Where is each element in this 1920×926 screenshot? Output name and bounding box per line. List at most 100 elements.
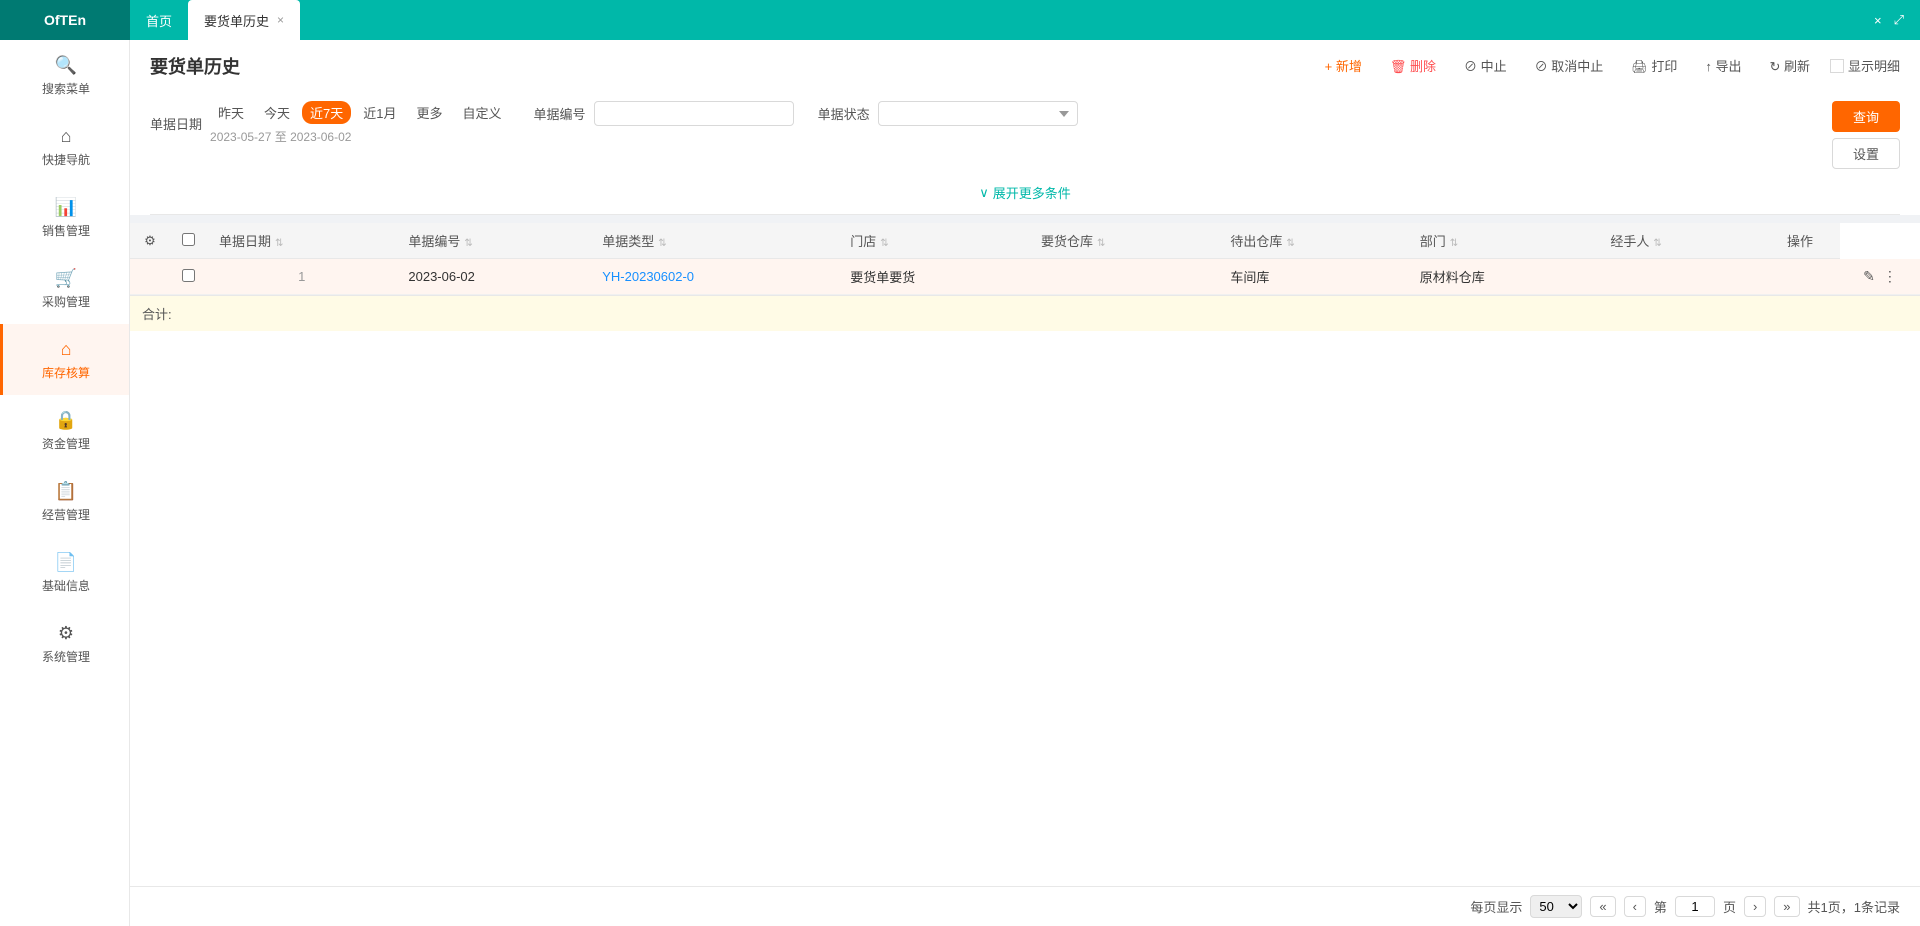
col-header-handler[interactable]: 经手人⇅ xyxy=(1598,223,1760,259)
sidebar-item-finance[interactable]: 🔒资金管理 xyxy=(0,395,129,466)
cell-req_warehouse: 车间库 xyxy=(1218,259,1407,295)
summary-label: 合计: xyxy=(142,304,172,323)
sort-icon-pending_warehouse[interactable]: ⇅ xyxy=(1286,238,1294,249)
sidebar-item-label-basics: 基础信息 xyxy=(42,577,90,594)
row-index: 1 xyxy=(207,259,396,295)
tab-history[interactable]: 要货单历史× xyxy=(188,0,300,40)
select-all-checkbox[interactable] xyxy=(182,233,195,246)
sort-icon-req_warehouse[interactable]: ⇅ xyxy=(1097,238,1105,249)
toolbar: + 新增 🗑 删除 ⊘ 中止 ⊘ 取消中止 🖨 打印 ↑ 导出 ↻ 刷新 显示明… xyxy=(1317,52,1900,79)
app-logo: OfTEn xyxy=(0,0,130,40)
sidebar-item-system[interactable]: ⚙ 系统管理 xyxy=(0,608,129,679)
search-icon: 🔍 xyxy=(55,54,77,76)
sidebar: 🔍 搜索菜单 ⌂快捷导航📊销售管理🛒采购管理 ⌂ 库存核算 🔒资金管理📋经营管理📄基础信息… xyxy=(0,40,130,926)
edit-icon[interactable]: ✎ xyxy=(1859,266,1879,286)
col-header-ops: 操作 xyxy=(1760,223,1840,259)
sort-icon-handler[interactable]: ⇅ xyxy=(1653,238,1661,249)
col-header-pending_warehouse[interactable]: 待出仓库⇅ xyxy=(1218,223,1407,259)
bill-no-link[interactable]: YH-20230602-0 xyxy=(602,269,694,284)
cell-bill_type: 要货单要货 xyxy=(838,259,1029,295)
display-detail-checkbox xyxy=(1830,59,1844,73)
sort-icon-store[interactable]: ⇅ xyxy=(880,238,888,249)
sidebar-item-operations[interactable]: 📋经营管理 xyxy=(0,466,129,537)
close-button[interactable]: × xyxy=(1874,13,1882,28)
cell-date: 2023-06-02 xyxy=(396,259,590,295)
filter-row: 单据日期 昨天今天近7天近1月更多自定义 2023-05-27 至 2023-0… xyxy=(150,91,1900,179)
pagination-bar: 每页显示 102050100 « ‹ 第 页 › » 共1页，1条记录 xyxy=(130,886,1920,926)
sort-icon-bill_no[interactable]: ⇅ xyxy=(464,238,472,249)
sidebar-item-inventory[interactable]: ⌂ 库存核算 xyxy=(0,324,129,395)
col-header-req_warehouse[interactable]: 要货仓库⇅ xyxy=(1029,223,1218,259)
date-option-近7天[interactable]: 近7天 xyxy=(302,101,351,124)
resize-button[interactable]: ⤢ xyxy=(1894,12,1904,28)
date-option-近1月[interactable]: 近1月 xyxy=(355,101,404,124)
date-option-自定义[interactable]: 自定义 xyxy=(455,101,510,124)
cell-pending_warehouse: 原材料仓库 xyxy=(1408,259,1599,295)
sales-icon: 📊 xyxy=(55,196,77,218)
sidebar-item-basics[interactable]: 📄基础信息 xyxy=(0,537,129,608)
page-number-input[interactable] xyxy=(1675,896,1715,917)
sidebar-item-purchase[interactable]: 🛒采购管理 xyxy=(0,253,129,324)
export-button[interactable]: ↑ 导出 xyxy=(1697,52,1749,79)
sidebar-item-label-finance: 资金管理 xyxy=(42,435,90,452)
per-page-select[interactable]: 102050100 xyxy=(1530,895,1582,918)
inventory-icon: ⌂ xyxy=(55,338,77,360)
row-checkbox[interactable] xyxy=(182,269,195,282)
cell-handler xyxy=(1760,259,1840,295)
sort-icon-date[interactable]: ⇅ xyxy=(275,238,283,249)
data-table: ⚙单据日期⇅单据编号⇅单据类型⇅门店⇅要货仓库⇅待出仓库⇅部门⇅经手人⇅操作 1… xyxy=(130,223,1920,295)
row-ops: ✎⋮ xyxy=(1840,259,1920,295)
sidebar-item-sales[interactable]: 📊销售管理 xyxy=(0,182,129,253)
table-summary: 合计: xyxy=(130,295,1920,331)
query-button[interactable]: 查询 xyxy=(1832,101,1900,132)
sort-icon-bill_type[interactable]: ⇅ xyxy=(658,238,666,249)
date-range-display: 2023-05-27 至 2023-06-02 xyxy=(210,128,510,145)
col-header-bill_no[interactable]: 单据编号⇅ xyxy=(396,223,590,259)
prev-page-button[interactable]: ‹ xyxy=(1624,896,1646,917)
system-icon: ⚙ xyxy=(55,622,77,644)
cell-bill_no: YH-20230602-0 xyxy=(590,259,838,295)
sidebar-item-label-search: 搜索菜单 xyxy=(42,80,90,97)
tab-home[interactable]: 首页 xyxy=(130,0,188,40)
col-header-department[interactable]: 部门⇅ xyxy=(1408,223,1599,259)
stop-button[interactable]: ⊘ 中止 xyxy=(1456,52,1515,79)
sidebar-item-search[interactable]: 🔍 搜索菜单 xyxy=(0,40,129,111)
page-title: 要货单历史 xyxy=(150,53,240,79)
expand-more-button[interactable]: ∨ 展开更多条件 xyxy=(979,179,1071,206)
expand-chevron-icon: ∨ xyxy=(979,185,989,201)
more-ops-icon[interactable]: ⋮ xyxy=(1879,266,1901,286)
refresh-button[interactable]: ↻ 刷新 xyxy=(1761,52,1818,79)
date-filter-group: 单据日期 昨天今天近7天近1月更多自定义 2023-05-27 至 2023-0… xyxy=(150,101,510,145)
print-button[interactable]: 🖨 打印 xyxy=(1623,52,1685,79)
filter-actions: 查询 设置 xyxy=(1832,101,1900,169)
display-detail-toggle[interactable]: 显示明细 xyxy=(1830,56,1900,75)
cancel-stop-button[interactable]: ⊘ 取消中止 xyxy=(1527,52,1612,79)
col-header-date[interactable]: 单据日期⇅ xyxy=(207,223,396,259)
next-page-button[interactable]: › xyxy=(1744,896,1766,917)
delete-button[interactable]: 🗑 删除 xyxy=(1382,52,1444,79)
first-page-button[interactable]: « xyxy=(1590,896,1615,917)
sidebar-item-label-system: 系统管理 xyxy=(42,648,90,665)
data-table-container: ⚙单据日期⇅单据编号⇅单据类型⇅门店⇅要货仓库⇅待出仓库⇅部门⇅经手人⇅操作 1… xyxy=(130,223,1920,886)
status-select[interactable] xyxy=(878,101,1078,126)
last-page-button[interactable]: » xyxy=(1774,896,1799,917)
col-header-checkbox xyxy=(170,223,207,259)
date-option-今天[interactable]: 今天 xyxy=(256,101,298,124)
date-option-更多[interactable]: 更多 xyxy=(409,101,451,124)
tab-close-icon[interactable]: × xyxy=(277,13,284,27)
bill-no-input[interactable] xyxy=(594,101,794,126)
col-header-bill_type[interactable]: 单据类型⇅ xyxy=(590,223,838,259)
date-options-col: 昨天今天近7天近1月更多自定义 2023-05-27 至 2023-06-02 xyxy=(210,101,510,145)
col-header-store[interactable]: 门店⇅ xyxy=(838,223,1029,259)
cell-department xyxy=(1598,259,1760,295)
new-button[interactable]: + 新增 xyxy=(1317,52,1370,79)
bill-no-filter-group: 单据编号 xyxy=(534,101,794,126)
page-header: 要货单历史 + 新增 🗑 删除 ⊘ 中止 ⊘ 取消中止 🖨 打印 ↑ 导出 ↻ … xyxy=(130,40,1920,215)
sidebar-item-quick-nav[interactable]: ⌂快捷导航 xyxy=(0,111,129,182)
sort-icon-department[interactable]: ⇅ xyxy=(1450,238,1458,249)
sidebar-item-label-operations: 经营管理 xyxy=(42,506,90,523)
date-option-昨天[interactable]: 昨天 xyxy=(210,101,252,124)
sidebar-item-label-inventory: 库存核算 xyxy=(42,364,90,381)
setting-button[interactable]: 设置 xyxy=(1832,138,1900,169)
expand-more-label: 展开更多条件 xyxy=(993,183,1071,202)
